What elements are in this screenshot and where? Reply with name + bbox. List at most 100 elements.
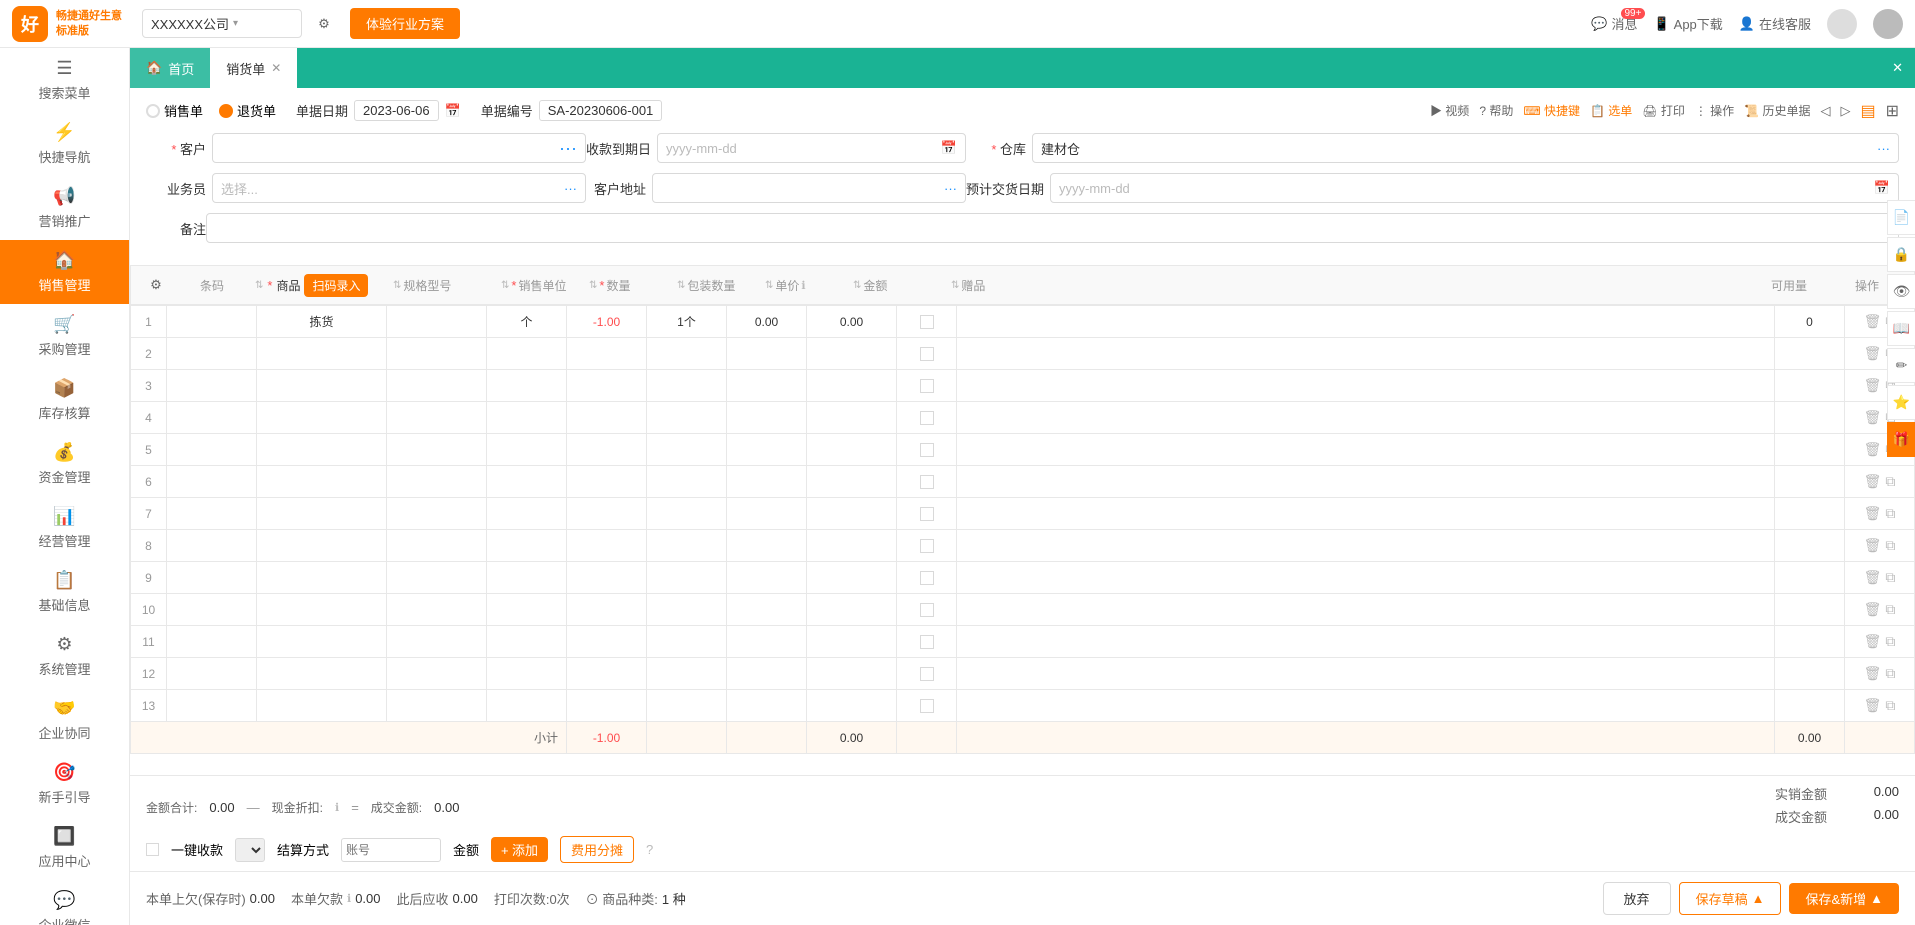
sidebar-item-guide[interactable]: 🎯 新手引导: [0, 752, 129, 816]
cell-spec[interactable]: [387, 434, 487, 466]
cell-qty[interactable]: [567, 530, 647, 562]
sidebar-item-apps[interactable]: 🔲 应用中心: [0, 816, 129, 880]
salesperson-input[interactable]: 选择... ···: [212, 173, 586, 203]
cell-unit[interactable]: [487, 594, 567, 626]
cell-amount[interactable]: [807, 658, 897, 690]
float-btn-6[interactable]: ⭐: [1887, 385, 1915, 420]
cell-gift[interactable]: [897, 658, 957, 690]
copy-row-icon[interactable]: ⧉: [1885, 473, 1895, 490]
cell-product[interactable]: [257, 658, 387, 690]
cell-spec[interactable]: [387, 690, 487, 722]
cell-unit[interactable]: [487, 466, 567, 498]
cell-barcode[interactable]: [167, 306, 257, 338]
save-new-btn[interactable]: 保存&新增 ▲: [1789, 883, 1899, 914]
delete-row-icon[interactable]: 🗑: [1864, 345, 1882, 362]
gift-checkbox[interactable]: [920, 635, 934, 649]
avatar-2[interactable]: [1873, 9, 1903, 39]
cell-qty[interactable]: [567, 690, 647, 722]
cell-gift[interactable]: [897, 434, 957, 466]
one-click-pay-checkbox[interactable]: [146, 843, 159, 856]
next-icon[interactable]: ▷: [1840, 103, 1850, 119]
cell-unit[interactable]: [487, 562, 567, 594]
cell-unit[interactable]: [487, 434, 567, 466]
cell-amount[interactable]: 0.00: [807, 306, 897, 338]
cell-product[interactable]: [257, 466, 387, 498]
print-link[interactable]: 🖨 打印: [1642, 102, 1685, 119]
gift-checkbox[interactable]: [920, 539, 934, 553]
cell-pkgqty[interactable]: [647, 626, 727, 658]
cell-spec[interactable]: [387, 338, 487, 370]
cell-gift[interactable]: [897, 626, 957, 658]
message-item[interactable]: 💬 消息 99+: [1591, 14, 1637, 33]
delete-row-icon[interactable]: 🗑: [1864, 313, 1882, 330]
gift-checkbox[interactable]: [920, 347, 934, 361]
cell-amount[interactable]: [807, 530, 897, 562]
cell-amount[interactable]: [807, 594, 897, 626]
help-link[interactable]: ? 帮助: [1479, 102, 1513, 119]
copy-row-icon[interactable]: ⧉: [1885, 505, 1895, 522]
cell-price[interactable]: [727, 530, 807, 562]
cell-gift[interactable]: [897, 594, 957, 626]
cell-gift[interactable]: [897, 338, 957, 370]
gift-checkbox[interactable]: [920, 379, 934, 393]
delete-row-icon[interactable]: 🗑: [1864, 697, 1882, 714]
cell-pkgqty[interactable]: [647, 562, 727, 594]
save-draft-chevron-icon[interactable]: ▲: [1752, 891, 1765, 906]
delete-row-icon[interactable]: 🗑: [1864, 409, 1882, 426]
save-new-chevron-icon[interactable]: ▲: [1870, 891, 1883, 906]
cell-barcode[interactable]: [167, 626, 257, 658]
cell-unit[interactable]: [487, 370, 567, 402]
float-btn-5[interactable]: ✏: [1887, 348, 1915, 383]
sidebar-item-finance[interactable]: 💰 资金管理: [0, 432, 129, 496]
cell-gift[interactable]: [897, 402, 957, 434]
video-link[interactable]: ▶ 视频: [1430, 102, 1469, 119]
cell-amount[interactable]: [807, 562, 897, 594]
sidebar-item-enterprise[interactable]: 🤝 企业协同: [0, 688, 129, 752]
salesperson-dots[interactable]: ···: [564, 181, 577, 196]
tab-home[interactable]: 🏠 首页: [130, 48, 210, 88]
cell-gift[interactable]: [897, 690, 957, 722]
tab-close-icon[interactable]: ✕: [271, 61, 281, 75]
collection-calendar-icon[interactable]: 📅: [941, 140, 957, 156]
cell-price[interactable]: [727, 594, 807, 626]
delete-row-icon[interactable]: 🗑: [1864, 473, 1882, 490]
sidebar-item-inventory[interactable]: 📦 库存核算: [0, 368, 129, 432]
customer-address-input[interactable]: ···: [652, 173, 966, 203]
cell-spec[interactable]: [387, 402, 487, 434]
cell-price[interactable]: [727, 402, 807, 434]
cell-gift[interactable]: [897, 530, 957, 562]
sidebar-item-quick-nav[interactable]: ⚡ 快捷导航: [0, 112, 129, 176]
cell-gift[interactable]: [897, 498, 957, 530]
cell-pkgqty[interactable]: [647, 434, 727, 466]
gift-checkbox[interactable]: [920, 667, 934, 681]
sort-icon-price[interactable]: ⇅: [765, 280, 773, 291]
fee-split-btn[interactable]: 费用分摊: [560, 836, 634, 863]
cell-barcode[interactable]: [167, 530, 257, 562]
cell-pkgqty[interactable]: [647, 594, 727, 626]
cell-price[interactable]: 0.00: [727, 306, 807, 338]
cell-gift[interactable]: [897, 370, 957, 402]
sidebar-item-system[interactable]: ⚙ 系统管理: [0, 624, 129, 688]
cell-barcode[interactable]: [167, 562, 257, 594]
trial-button[interactable]: 体验行业方案: [350, 8, 460, 39]
cell-barcode[interactable]: [167, 338, 257, 370]
gift-checkbox[interactable]: [920, 507, 934, 521]
cell-qty[interactable]: -1.00: [567, 306, 647, 338]
cell-barcode[interactable]: [167, 466, 257, 498]
cell-pkgqty[interactable]: 1个: [647, 306, 727, 338]
sort-icon-amount[interactable]: ⇅: [853, 280, 861, 291]
cell-qty[interactable]: [567, 466, 647, 498]
cell-spec[interactable]: [387, 530, 487, 562]
select-order-link[interactable]: 📋 选单: [1590, 102, 1632, 119]
float-btn-2[interactable]: 🔒: [1887, 237, 1915, 272]
cell-pkgqty[interactable]: [647, 338, 727, 370]
gift-checkbox[interactable]: [920, 603, 934, 617]
grid-view-icon[interactable]: ⊞: [1886, 101, 1899, 121]
float-btn-3[interactable]: 👁: [1887, 274, 1915, 309]
gift-checkbox[interactable]: [920, 443, 934, 457]
cell-spec[interactable]: [387, 498, 487, 530]
settings-icon[interactable]: ⚙: [310, 10, 338, 38]
cell-unit[interactable]: [487, 626, 567, 658]
cell-barcode[interactable]: [167, 690, 257, 722]
cell-unit[interactable]: 个: [487, 306, 567, 338]
